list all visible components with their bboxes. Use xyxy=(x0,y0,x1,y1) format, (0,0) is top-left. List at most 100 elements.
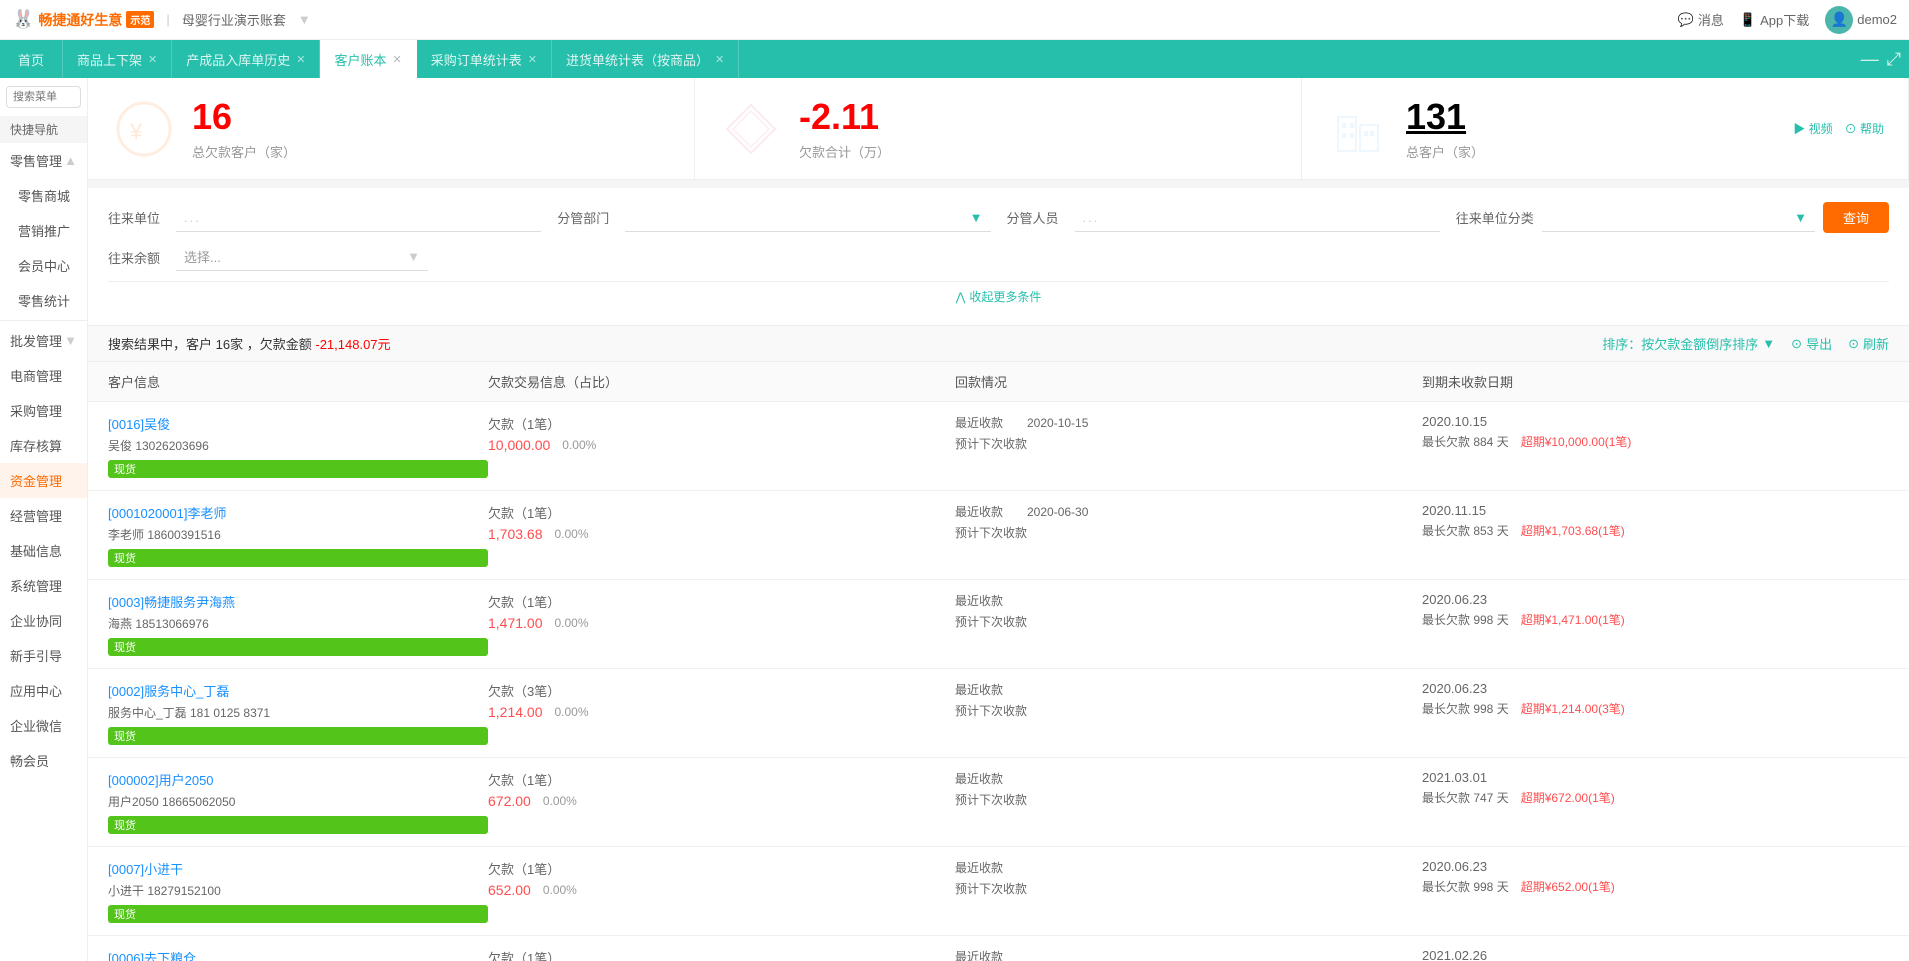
tab-collapse-icon[interactable]: — xyxy=(1861,49,1879,70)
overdue-days-6: 最长欠款 998 天 超期¥652.00(1笔) xyxy=(1422,878,1889,895)
tab-import-stats-close[interactable]: ✕ xyxy=(715,53,724,66)
customer-name-7[interactable]: [0006]去下粮仓 xyxy=(108,948,488,961)
debt-count-1: 欠款（1笔） xyxy=(488,414,560,433)
overdue-text-4[interactable]: 超期¥1,214.00(3笔) xyxy=(1521,702,1625,716)
sidebar-item-basic-info[interactable]: 基础信息 xyxy=(0,533,87,568)
search-button[interactable]: 查询 xyxy=(1823,202,1889,233)
overdue-days-2: 最长欠款 853 天 超期¥1,703.68(1笔) xyxy=(1422,522,1889,539)
sidebar-item-guide[interactable]: 新手引导 xyxy=(0,638,87,673)
tab-expand-icon[interactable]: ⤢ xyxy=(1887,49,1901,70)
sidebar-search-input[interactable] xyxy=(6,86,81,108)
last-payment-label-5: 最近收款 xyxy=(955,770,1422,787)
export-btn[interactable]: ⊙ 导出 xyxy=(1791,334,1832,353)
sidebar-item-corp-wechat[interactable]: 企业微信 xyxy=(0,708,87,743)
sidebar-item-retail-mgmt[interactable]: 零售管理 ▲ xyxy=(0,143,87,178)
debt-percent-5: 0.00% xyxy=(543,794,577,808)
collapse-filters-btn[interactable]: ⋀ 收起更多条件 xyxy=(108,281,1889,311)
person-input[interactable]: ... xyxy=(1075,204,1440,232)
stat-overdue-amount-info: -2.11 欠款合计（万） xyxy=(799,96,890,161)
tab-purchase-order-close[interactable]: ✕ xyxy=(528,53,537,66)
tab-import-stats[interactable]: 进货单统计表（按商品） ✕ xyxy=(552,40,739,78)
debt-info-5: 欠款（1笔） 672.00 0.00% xyxy=(488,770,955,809)
app-download-btn[interactable]: 📱 App下载 xyxy=(1740,10,1809,29)
customer-name-2[interactable]: [0001020001]李老师 xyxy=(108,503,488,522)
next-payment-label-6: 预计下次收款 xyxy=(955,880,1422,897)
sidebar-item-wholesale-mgmt[interactable]: 批发管理 ▼ xyxy=(0,323,87,358)
overdue-text-6[interactable]: 超期¥652.00(1笔) xyxy=(1521,880,1615,894)
due-info-6: 2020.06.23 最长欠款 998 天 超期¥652.00(1笔) xyxy=(1422,859,1889,895)
unit-category-label: 往来单位分类 xyxy=(1456,208,1534,227)
view-btn[interactable]: ▶ 视频 xyxy=(1793,120,1832,137)
sidebar-item-operations[interactable]: 经营管理 xyxy=(0,498,87,533)
return-info-3: 最近收款 预计下次收款 xyxy=(955,592,1422,630)
stat-overdue-customers: ¥ 16 总欠款客户（家） xyxy=(88,78,695,179)
unit-category-select[interactable]: ▼ xyxy=(1542,204,1815,232)
tab-production[interactable]: 产成品入库单历史 ✕ xyxy=(172,40,320,78)
sidebar-item-enterprise[interactable]: 企业协同 xyxy=(0,603,87,638)
system-dropdown-icon[interactable]: ▼ xyxy=(298,12,311,27)
tab-customer-account-close[interactable]: ✕ xyxy=(393,53,402,66)
tab-goods[interactable]: 商品上下架 ✕ xyxy=(63,40,172,78)
sidebar-item-inventory[interactable]: 库存核算 xyxy=(0,428,87,463)
brand-icon: 🐰 xyxy=(12,9,34,30)
sidebar-item-retail-mall[interactable]: 零售商城 xyxy=(0,178,87,213)
sidebar-item-member[interactable]: 会员中心 xyxy=(0,248,87,283)
sidebar-label-retail-mall: 零售商城 xyxy=(18,186,70,205)
customer-name-5[interactable]: [000002]用户2050 xyxy=(108,770,488,789)
tab-goods-label: 商品上下架 xyxy=(77,50,142,69)
remaining-filter: 往来余额 选择... ▼ xyxy=(108,243,428,271)
sidebar-label-ecommerce: 电商管理 xyxy=(10,366,62,385)
sort-selector[interactable]: 排序：按欠款金额倒序排序 ▼ xyxy=(1602,334,1775,353)
debt-count-2: 欠款（1笔） xyxy=(488,503,560,522)
debt-info-3: 欠款（1笔） 1,471.00 0.00% xyxy=(488,592,955,631)
stat-overdue-amount: -2.11 欠款合计（万） xyxy=(695,78,1302,179)
sidebar-item-ecommerce[interactable]: 电商管理 xyxy=(0,358,87,393)
refresh-btn[interactable]: ⊙ 刷新 xyxy=(1848,334,1889,353)
message-btn[interactable]: 💬 消息 xyxy=(1678,10,1724,29)
customer-name-3[interactable]: [0003]畅捷服务尹海燕 xyxy=(108,592,488,611)
sidebar-item-marketing[interactable]: 营销推广 xyxy=(0,213,87,248)
tab-customer-account[interactable]: 客户账本 ✕ xyxy=(320,40,416,78)
help-btn[interactable]: ⊙ 帮助 xyxy=(1845,120,1884,137)
stat-overdue-amount-number: -2.11 xyxy=(799,96,890,138)
dept-select[interactable]: ▼ xyxy=(625,204,990,232)
sidebar-item-finance[interactable]: 资金管理 xyxy=(0,463,87,498)
user-profile-btn[interactable]: 👤 demo2 xyxy=(1825,6,1897,34)
tab-goods-close[interactable]: ✕ xyxy=(148,53,157,66)
customer-phone-2: 李老师 18600391516 xyxy=(108,526,488,543)
tab-purchase-order-label: 采购订单统计表 xyxy=(431,50,522,69)
svg-text:¥: ¥ xyxy=(129,119,143,144)
next-payment-label-4: 预计下次收款 xyxy=(955,702,1422,719)
tab-production-close[interactable]: ✕ xyxy=(296,53,305,66)
sidebar-label-basic-info: 基础信息 xyxy=(10,541,62,560)
overdue-text-5[interactable]: 超期¥672.00(1笔) xyxy=(1521,791,1615,805)
remaining-label: 往来余额 xyxy=(108,248,168,267)
from-unit-input[interactable]: ... xyxy=(176,204,541,232)
customer-tag-4: 现货 xyxy=(108,727,488,745)
sidebar-label-system: 系统管理 xyxy=(10,576,62,595)
overdue-text-2[interactable]: 超期¥1,703.68(1笔) xyxy=(1521,524,1625,538)
customer-tag-5: 现货 xyxy=(108,816,488,834)
from-unit-dots: ... xyxy=(184,210,201,225)
table-wrapper: 客户信息 欠款交易信息（占比） 回款情况 到期未收款日期 [0016]吴俊 吴俊… xyxy=(88,362,1909,961)
sidebar-item-quick-nav: 快捷导航 xyxy=(0,116,87,143)
brand-tag: 示范 xyxy=(126,11,154,28)
customer-name-6[interactable]: [0007]小进干 xyxy=(108,859,488,878)
overdue-text-1[interactable]: 超期¥10,000.00(1笔) xyxy=(1521,435,1632,449)
customer-info-2: [0001020001]李老师 李老师 18600391516 现货 xyxy=(108,503,488,567)
sidebar-label-member: 会员中心 xyxy=(18,256,70,275)
tab-home[interactable]: 首页 xyxy=(0,40,63,78)
sidebar-item-vip-member[interactable]: 畅会员 xyxy=(0,743,87,778)
sidebar-item-retail-stats[interactable]: 零售统计 xyxy=(0,283,87,318)
help-icon: ⊙ xyxy=(1845,122,1857,136)
sidebar-item-app-center[interactable]: 应用中心 xyxy=(0,673,87,708)
customer-name-4[interactable]: [0002]服务中心_丁磊 xyxy=(108,681,488,700)
sidebar-item-system[interactable]: 系统管理 xyxy=(0,568,87,603)
customer-name-1[interactable]: [0016]吴俊 xyxy=(108,414,488,433)
stat-total-customers-number: 131 xyxy=(1406,96,1484,138)
sidebar-item-purchase[interactable]: 采购管理 xyxy=(0,393,87,428)
remaining-select[interactable]: 选择... ▼ xyxy=(176,243,428,271)
tab-purchase-order[interactable]: 采购订单统计表 ✕ xyxy=(417,40,552,78)
debt-amount-6: 652.00 xyxy=(488,882,531,898)
overdue-text-3[interactable]: 超期¥1,471.00(1笔) xyxy=(1521,613,1625,627)
